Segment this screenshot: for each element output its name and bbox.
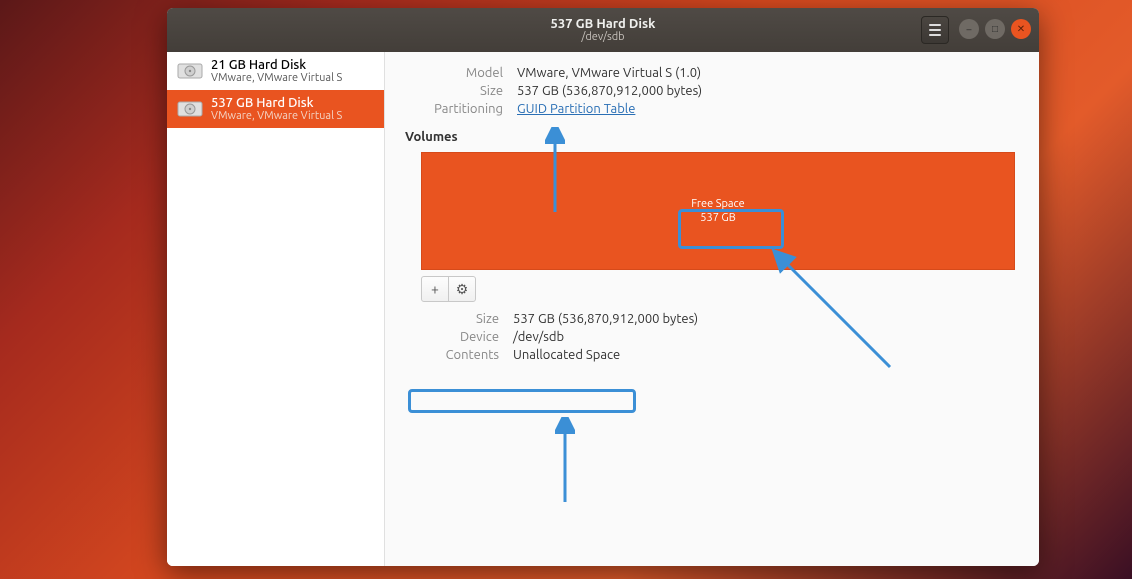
hamburger-menu-button[interactable] <box>921 16 949 44</box>
size-label: Size <box>403 84 503 98</box>
detail-size-label: Size <box>421 312 499 326</box>
detail-size-row: Size 537 GB (536,870,912,000 bytes) <box>421 312 1015 326</box>
disk-sub: VMware, VMware Virtual S <box>211 110 342 122</box>
detail-contents-value: Unallocated Space <box>513 348 620 362</box>
volumes-box: Free Space 537 GB + ⚙ Size 537 GB (53 <box>421 152 1015 362</box>
model-value: VMware, VMware Virtual S (1.0) <box>517 66 701 80</box>
disk-name: 21 GB Hard Disk <box>211 58 342 72</box>
disk-sub: VMware, VMware Virtual S <box>211 72 342 84</box>
volume-toolbar: + ⚙ <box>421 276 1015 302</box>
close-button[interactable]: ✕ <box>1011 19 1031 39</box>
model-label: Model <box>403 66 503 80</box>
size-value: 537 GB (536,870,912,000 bytes) <box>517 84 702 98</box>
partitioning-link[interactable]: GUID Partition Table <box>517 102 635 116</box>
window-subtitle: /dev/sdb <box>167 31 1039 43</box>
window-title: 537 GB Hard Disk <box>167 17 1039 31</box>
detail-device-row: Device /dev/sdb <box>421 330 1015 344</box>
annotation-arrow-bottom <box>555 417 575 507</box>
volumes-heading: Volumes <box>405 130 1021 144</box>
disk-sidebar: 21 GB Hard Disk VMware, VMware Virtual S… <box>167 52 385 566</box>
disk-name: 537 GB Hard Disk <box>211 96 342 110</box>
partitioning-label: Partitioning <box>403 102 503 116</box>
minimize-button[interactable]: – <box>959 19 979 39</box>
content-area: 21 GB Hard Disk VMware, VMware Virtual S… <box>167 52 1039 566</box>
sidebar-disk-1[interactable]: 537 GB Hard Disk VMware, VMware Virtual … <box>167 90 384 128</box>
maximize-button[interactable]: □ <box>985 19 1005 39</box>
detail-contents-label: Contents <box>421 348 499 362</box>
detail-device-value: /dev/sdb <box>513 330 564 344</box>
app-window: 537 GB Hard Disk /dev/sdb – □ ✕ <box>167 8 1039 566</box>
hard-disk-icon <box>177 61 203 81</box>
free-space-label: Free Space 537 GB <box>691 197 744 226</box>
window-controls: – □ ✕ <box>959 19 1031 39</box>
volume-details: Size 537 GB (536,870,912,000 bytes) Devi… <box>421 312 1015 362</box>
detail-device-label: Device <box>421 330 499 344</box>
volume-free-space[interactable]: Free Space 537 GB <box>421 152 1015 270</box>
detail-size-value: 537 GB (536,870,912,000 bytes) <box>513 312 698 326</box>
title-group: 537 GB Hard Disk /dev/sdb <box>167 17 1039 43</box>
info-model-row: Model VMware, VMware Virtual S (1.0) <box>403 66 1021 80</box>
annotation-box-contents <box>408 389 636 413</box>
add-partition-button[interactable]: + <box>421 276 449 302</box>
titlebar: 537 GB Hard Disk /dev/sdb – □ ✕ <box>167 8 1039 52</box>
info-partitioning-row: Partitioning GUID Partition Table <box>403 102 1021 116</box>
sidebar-disk-0[interactable]: 21 GB Hard Disk VMware, VMware Virtual S <box>167 52 384 90</box>
detail-contents-row: Contents Unallocated Space <box>421 348 1015 362</box>
free-space-text1: Free Space <box>691 197 744 211</box>
partition-settings-button[interactable]: ⚙ <box>448 276 476 302</box>
main-panel: Model VMware, VMware Virtual S (1.0) Siz… <box>385 52 1039 566</box>
free-space-text2: 537 GB <box>691 211 744 225</box>
gear-icon: ⚙ <box>456 281 469 298</box>
hard-disk-icon <box>177 99 203 119</box>
plus-icon: + <box>431 281 439 297</box>
info-size-row: Size 537 GB (536,870,912,000 bytes) <box>403 84 1021 98</box>
